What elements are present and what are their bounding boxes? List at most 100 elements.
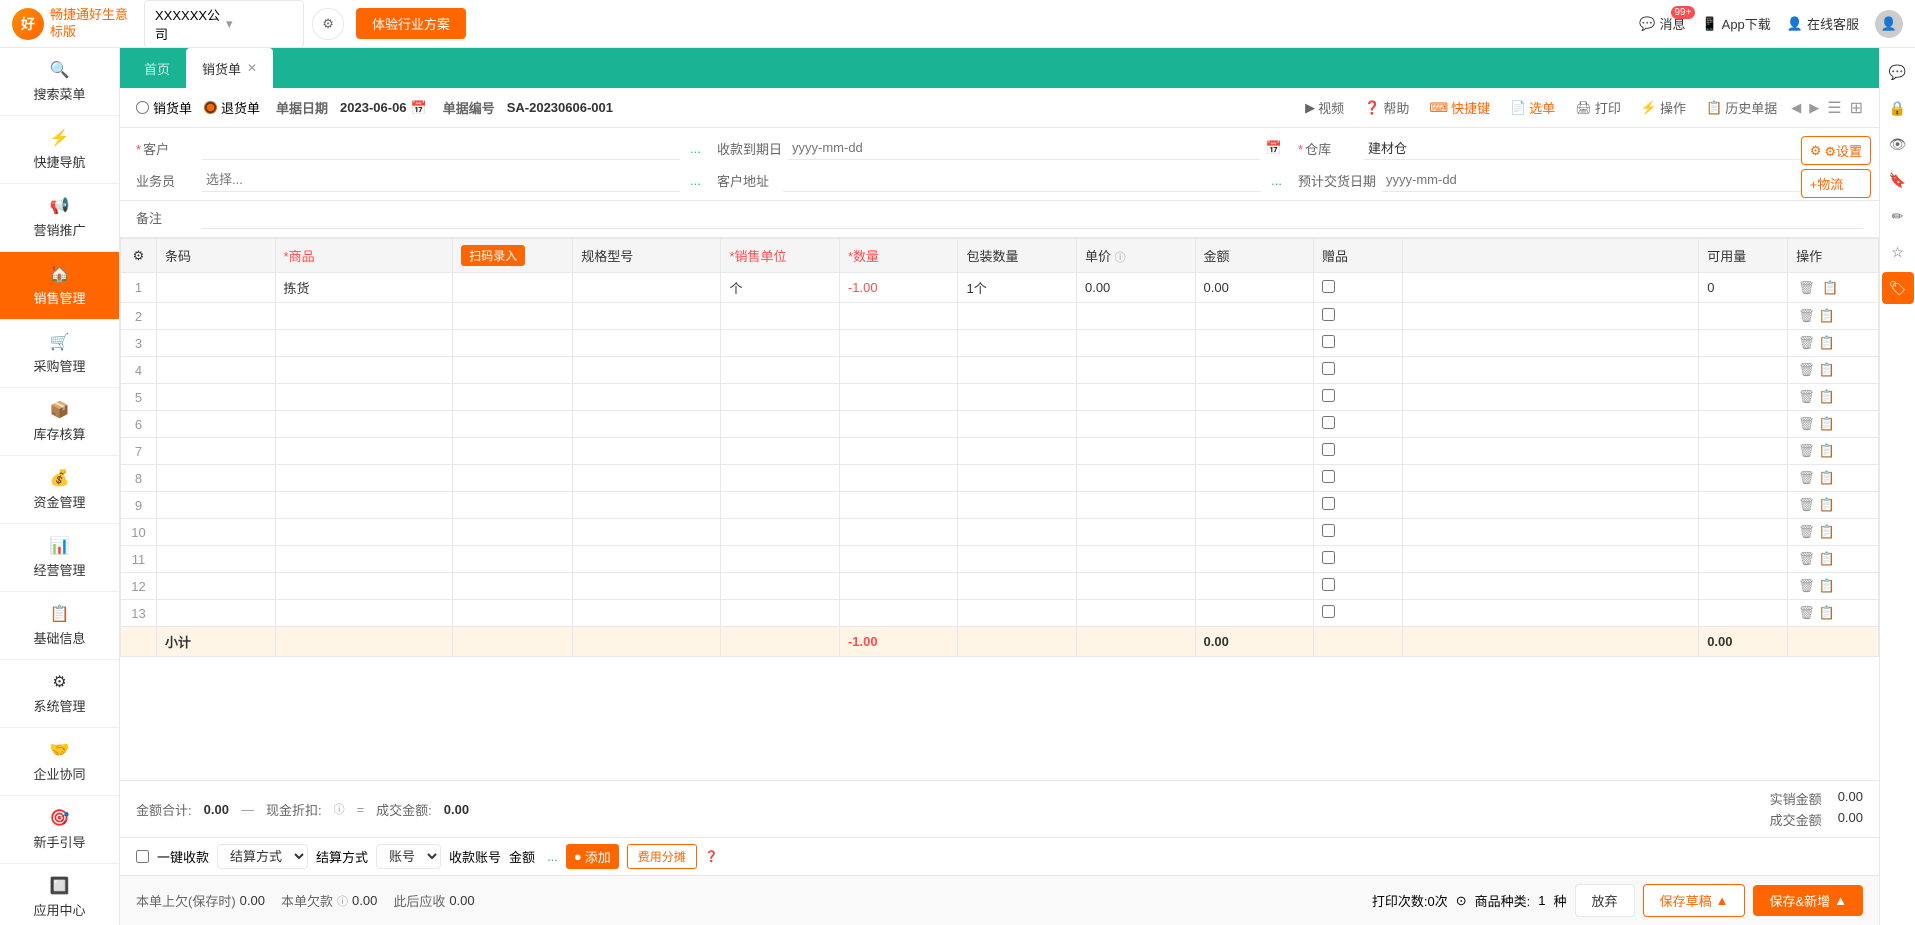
online-support-btn[interactable]: 👤 在线客服	[1787, 14, 1859, 33]
delivery-date-input[interactable]	[1382, 168, 1841, 192]
sidebar-item-system[interactable]: ⚙ 系统管理	[0, 660, 119, 728]
app-download-btn[interactable]: 📱 App下载	[1701, 14, 1770, 33]
rs-edit-icon[interactable]: ✏	[1882, 200, 1914, 232]
expense-btn[interactable]: 费用分摊	[627, 844, 697, 869]
sidebar-item-guide[interactable]: 🎯 新手引导	[0, 796, 119, 864]
copy-icon[interactable]: 📋	[1819, 470, 1835, 485]
discount-help-icon[interactable]: ⓘ	[334, 801, 345, 817]
quick-payment-checkbox[interactable]	[136, 850, 149, 863]
customer-dots[interactable]: ...	[690, 141, 701, 156]
copy-icon[interactable]: 📋	[1819, 578, 1835, 593]
th-settings[interactable]: ⚙	[121, 239, 157, 273]
save-draft-button[interactable]: 保存草稿 ▲	[1643, 884, 1746, 917]
copy-icon[interactable]: 📋	[1819, 524, 1835, 539]
rs-chat-icon[interactable]: 💬	[1882, 56, 1914, 88]
sidebar-item-operations[interactable]: 📊 经营管理	[0, 524, 119, 592]
scan-btn[interactable]: 扫码录入	[461, 245, 525, 266]
copy-icon[interactable]: 📋	[1822, 280, 1838, 295]
row-amount[interactable]: 0.00	[1195, 273, 1314, 303]
save-new-button[interactable]: 保存&新增 ▲	[1753, 885, 1863, 916]
nav-prev-icon[interactable]: ◀	[1791, 100, 1801, 116]
th-scan[interactable]: 扫码录入	[453, 239, 573, 273]
row-barcode[interactable]	[157, 273, 276, 303]
copy-icon[interactable]: 📋	[1819, 551, 1835, 566]
delete-icon[interactable]: 🗑	[1798, 389, 1815, 404]
rs-lock-icon[interactable]: 🔒	[1882, 92, 1914, 124]
warehouse-input[interactable]	[1364, 136, 1842, 160]
nav-next-icon[interactable]: ▶	[1809, 100, 1819, 116]
tab-home[interactable]: 首页	[128, 48, 186, 88]
rs-bookmark-icon[interactable]: 🔖	[1882, 164, 1914, 196]
tab-sales-order[interactable]: 销货单 ✕	[186, 48, 273, 88]
copy-icon[interactable]: 📋	[1819, 308, 1835, 323]
add-btn[interactable]: ● 添加	[566, 844, 619, 869]
delete-icon[interactable]: 🗑	[1798, 497, 1815, 512]
row-pkg[interactable]: 1个	[958, 273, 1077, 303]
delete-icon[interactable]: 🗑	[1798, 605, 1815, 620]
delete-icon[interactable]: 🗑	[1798, 335, 1815, 350]
company-selector[interactable]: XXXXXX公司 ▾	[144, 0, 304, 48]
row-product[interactable]: 拣货	[275, 273, 453, 303]
amount-dots[interactable]: ...	[547, 849, 558, 864]
due-date-calendar-icon[interactable]: 📅	[1266, 140, 1282, 156]
sidebar-item-inventory[interactable]: 📦 库存核算	[0, 388, 119, 456]
notes-input[interactable]	[202, 205, 1863, 229]
sidebar-item-basic-info[interactable]: 📋 基础信息	[0, 592, 119, 660]
radio-return[interactable]: 退货单	[204, 98, 260, 117]
calendar-icon[interactable]: 📅	[411, 100, 427, 116]
expense-help-icon[interactable]: ❓	[705, 850, 719, 863]
salesperson-dots[interactable]: ...	[690, 173, 701, 188]
delete-icon[interactable]: 🗑	[1798, 578, 1815, 593]
shortcut-btn[interactable]: ⌨ 快捷键	[1423, 96, 1496, 119]
row-spec[interactable]	[573, 273, 721, 303]
flow-btn[interactable]: +物流	[1801, 169, 1871, 198]
sidebar-item-sales[interactable]: 🏠 销售管理	[0, 252, 119, 320]
customer-addr-dots[interactable]: ...	[1271, 173, 1282, 188]
copy-icon[interactable]: 📋	[1819, 416, 1835, 431]
trial-button[interactable]: 体验行业方案	[356, 8, 466, 39]
select-btn[interactable]: 📄 选单	[1504, 96, 1561, 119]
customer-addr-input[interactable]	[783, 168, 1261, 192]
rs-star-icon[interactable]: ☆	[1882, 236, 1914, 268]
grid-view-icon[interactable]: ⊞	[1850, 98, 1863, 118]
delete-icon[interactable]: 🗑	[1798, 362, 1815, 377]
radio-sale[interactable]: 销货单	[136, 98, 192, 117]
salesperson-input[interactable]	[202, 168, 680, 192]
delete-icon[interactable]: 🗑	[1798, 524, 1815, 539]
abandon-button[interactable]: 放弃	[1575, 884, 1635, 917]
sidebar-item-marketing[interactable]: 📢 营销推广	[0, 184, 119, 252]
sidebar-item-purchase[interactable]: 🛒 采购管理	[0, 320, 119, 388]
delete-icon[interactable]: 🗑	[1798, 416, 1815, 431]
row-gift[interactable]	[1314, 273, 1403, 303]
sidebar-item-cooperation[interactable]: 🤝 企业协同	[0, 728, 119, 796]
delete-icon[interactable]: 🗑	[1798, 470, 1815, 485]
sidebar-item-quick-nav[interactable]: ⚡ 快捷导航	[0, 116, 119, 184]
copy-icon[interactable]: 📋	[1819, 389, 1835, 404]
due-date-input[interactable]	[788, 136, 1260, 160]
calc-method-select[interactable]: 结算方式	[217, 844, 308, 869]
settings-btn[interactable]: ⚙ ⚙设置	[1801, 136, 1871, 165]
message-btn[interactable]: 💬 消息 99+	[1639, 14, 1685, 33]
rs-tag-icon[interactable]: 🏷	[1882, 272, 1914, 304]
copy-icon[interactable]: 📋	[1819, 443, 1835, 458]
print-btn[interactable]: 🖨 打印	[1569, 96, 1627, 119]
sidebar-item-search[interactable]: 🔍 搜索菜单	[0, 48, 119, 116]
customer-input[interactable]	[202, 136, 680, 160]
help-btn[interactable]: ❓ 帮助	[1358, 96, 1415, 119]
delete-icon[interactable]: 🗑	[1798, 308, 1815, 323]
tab-close-icon[interactable]: ✕	[247, 61, 257, 75]
delete-icon[interactable]: 🗑	[1798, 280, 1815, 295]
video-btn[interactable]: ▶ 视频	[1299, 96, 1350, 119]
history-btn[interactable]: 📋 历史单据	[1700, 96, 1783, 119]
copy-icon[interactable]: 📋	[1819, 335, 1835, 350]
operation-btn[interactable]: ⚡ 操作	[1635, 96, 1692, 119]
sidebar-item-app-center[interactable]: 🔲 应用中心	[0, 864, 119, 925]
debt-help-icon[interactable]: ⓘ	[337, 893, 348, 909]
price-help-icon[interactable]: ⓘ	[1115, 252, 1126, 264]
row-qty[interactable]: -1.00	[839, 273, 958, 303]
rs-eye-icon[interactable]: 👁	[1882, 128, 1914, 160]
avatar[interactable]: 👤	[1875, 10, 1903, 38]
settings-icon-btn[interactable]: ⚙	[312, 8, 344, 40]
account-select[interactable]: 账号	[376, 844, 441, 869]
row-unit[interactable]: 个	[721, 273, 840, 303]
